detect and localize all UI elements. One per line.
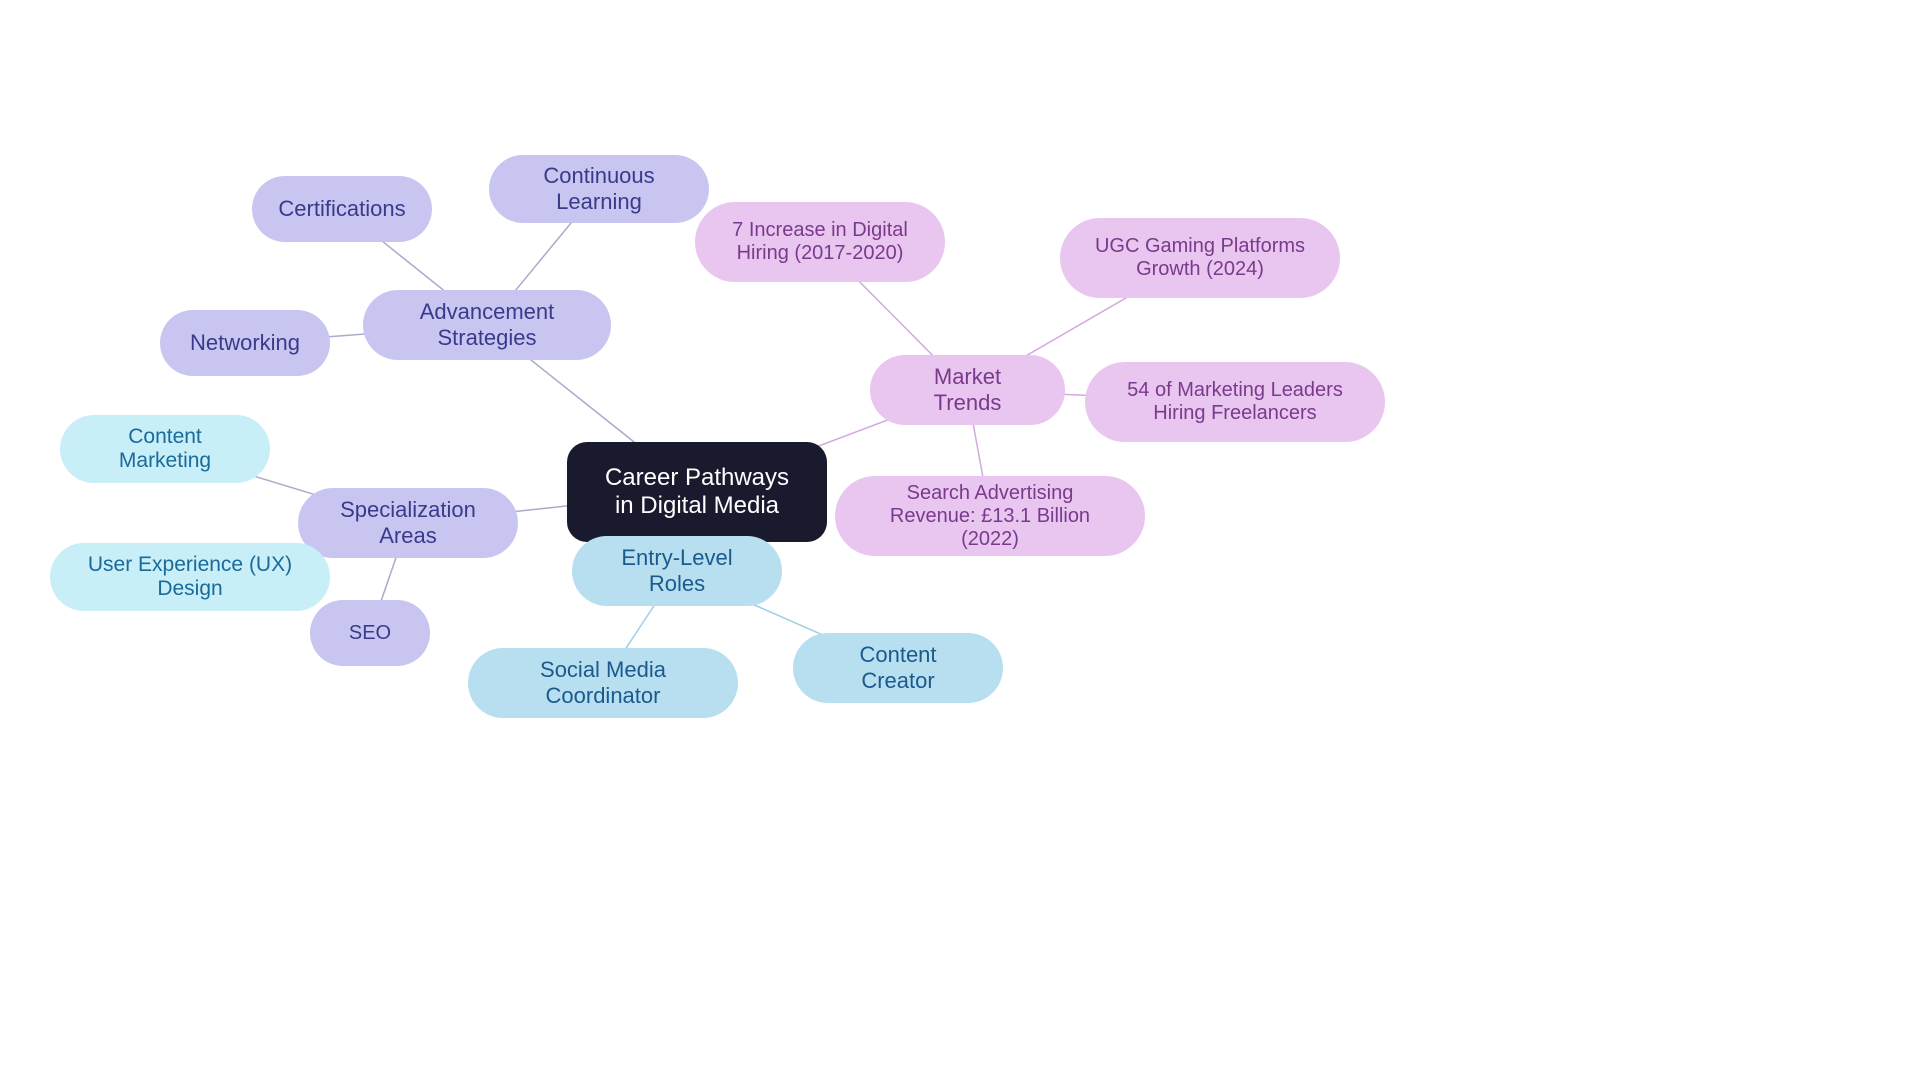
center-label: Career Pathways in Digital Media — [595, 464, 799, 520]
ux-design-label: User Experience (UX) Design — [78, 553, 302, 601]
digital-hiring-label: 7 Increase in Digital Hiring (2017-2020) — [723, 219, 917, 265]
center-node[interactable]: Career Pathways in Digital Media — [567, 442, 827, 542]
marketing-freelancers-node[interactable]: 54 of Marketing Leaders Hiring Freelance… — [1085, 362, 1385, 442]
social-media-coordinator-label: Social Media Coordinator — [496, 657, 710, 709]
content-creator-label: Content Creator — [821, 642, 975, 694]
seo-label: SEO — [349, 622, 391, 645]
certifications-label: Certifications — [278, 196, 405, 222]
networking-node[interactable]: Networking — [160, 310, 330, 376]
market-trends-label: Market Trends — [898, 364, 1037, 416]
specialization-areas-node[interactable]: Specialization Areas — [298, 488, 518, 558]
ux-design-node[interactable]: User Experience (UX) Design — [50, 543, 330, 611]
digital-hiring-node[interactable]: 7 Increase in Digital Hiring (2017-2020) — [695, 202, 945, 282]
continuous-learning-node[interactable]: Continuous Learning — [489, 155, 709, 223]
ugc-gaming-node[interactable]: UGC Gaming Platforms Growth (2024) — [1060, 218, 1340, 298]
networking-label: Networking — [190, 330, 300, 356]
certifications-node[interactable]: Certifications — [252, 176, 432, 242]
entry-level-roles-node[interactable]: Entry-Level Roles — [572, 536, 782, 606]
marketing-freelancers-label: 54 of Marketing Leaders Hiring Freelance… — [1113, 379, 1357, 425]
social-media-coordinator-node[interactable]: Social Media Coordinator — [468, 648, 738, 718]
search-advertising-node[interactable]: Search Advertising Revenue: £13.1 Billio… — [835, 476, 1145, 556]
content-creator-node[interactable]: Content Creator — [793, 633, 1003, 703]
ugc-gaming-label: UGC Gaming Platforms Growth (2024) — [1088, 235, 1312, 281]
content-marketing-label: Content Marketing — [88, 425, 242, 473]
continuous-learning-label: Continuous Learning — [517, 163, 681, 215]
advancement-strategies-node[interactable]: Advancement Strategies — [363, 290, 611, 360]
advancement-strategies-label: Advancement Strategies — [391, 299, 583, 351]
content-marketing-node[interactable]: Content Marketing — [60, 415, 270, 483]
entry-level-roles-label: Entry-Level Roles — [600, 545, 754, 597]
specialization-areas-label: Specialization Areas — [326, 497, 490, 549]
search-advertising-label: Search Advertising Revenue: £13.1 Billio… — [863, 482, 1117, 551]
seo-node[interactable]: SEO — [310, 600, 430, 666]
market-trends-node[interactable]: Market Trends — [870, 355, 1065, 425]
